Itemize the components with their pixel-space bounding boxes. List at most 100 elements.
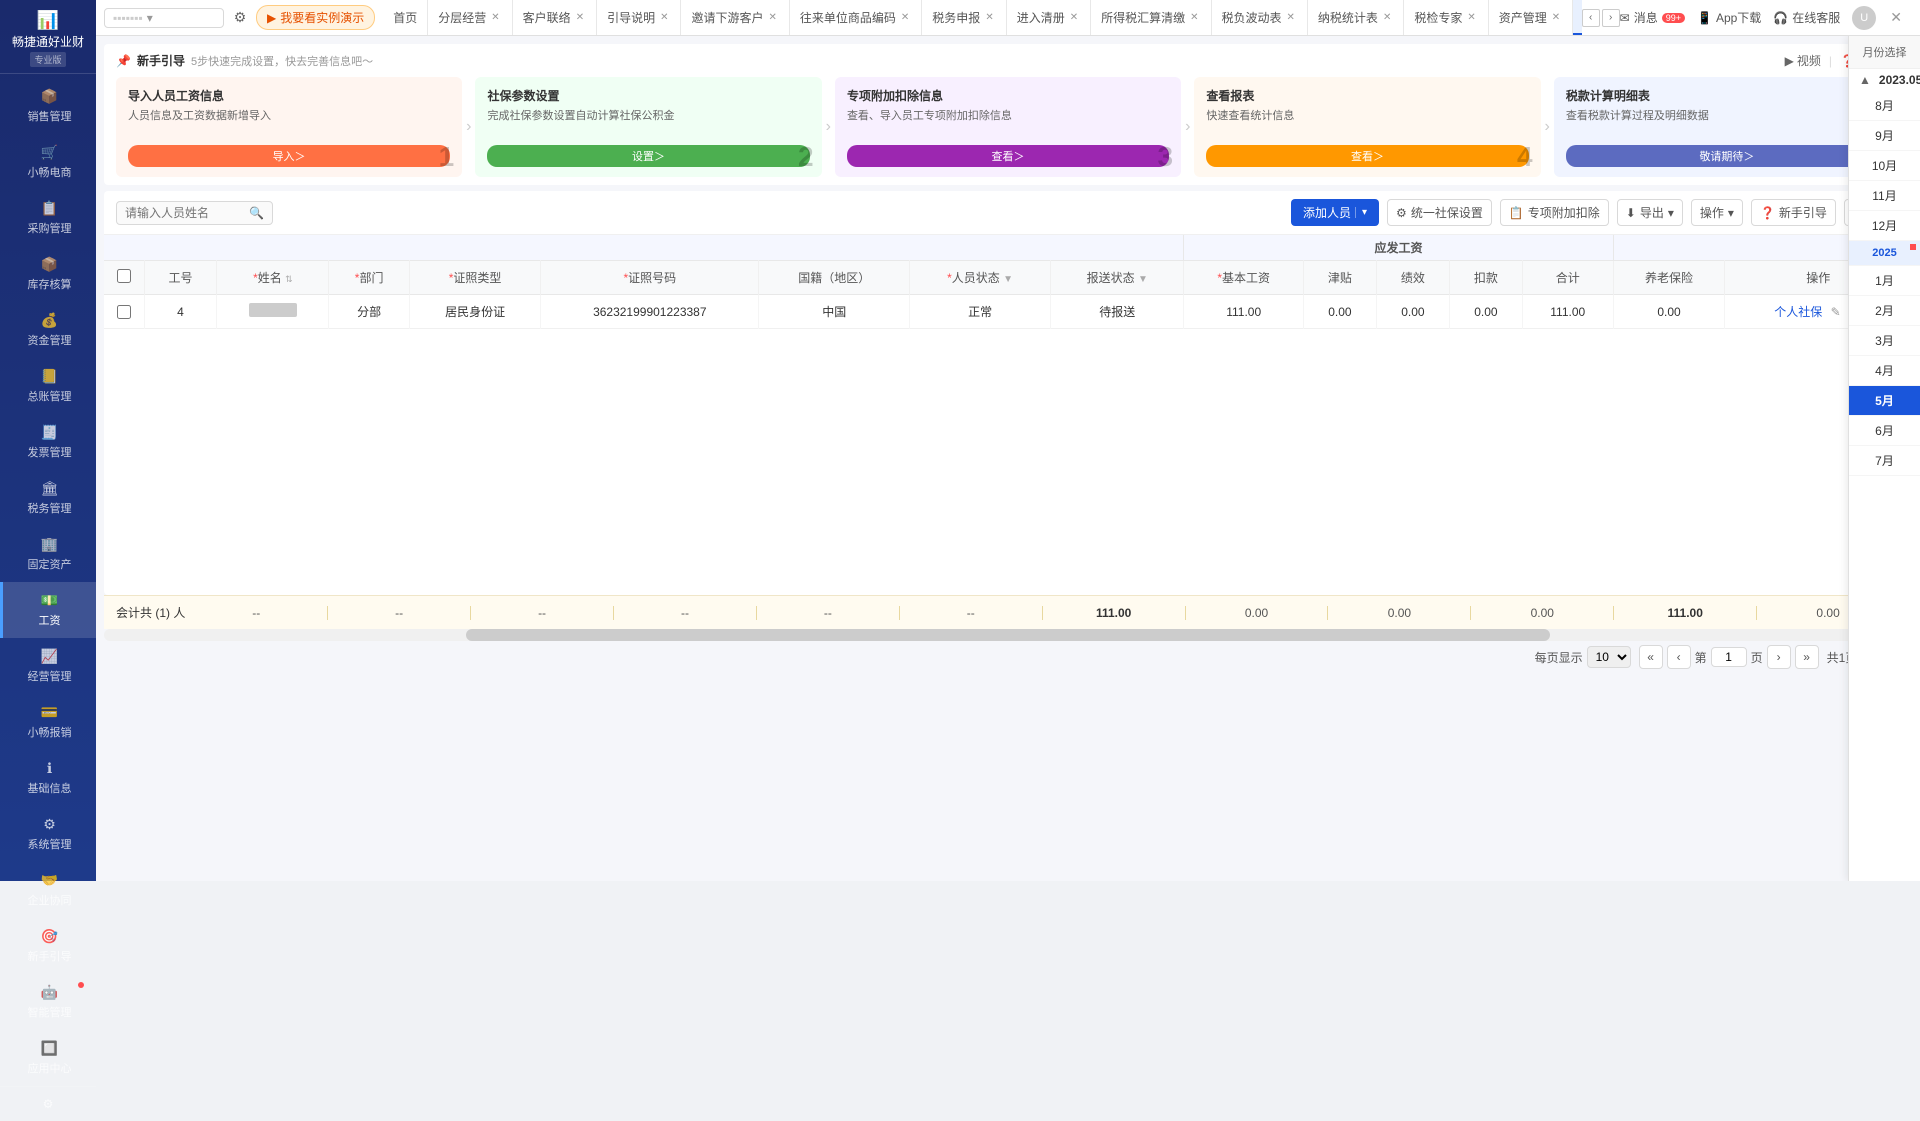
tab-close-icon[interactable]: ✕ [767,11,779,24]
sidebar-item-tax[interactable]: 🏛 税务管理 [0,470,96,526]
page-suffix: 页 [1751,649,1763,666]
edition-badge: 专业版 [30,52,65,67]
step-3-button[interactable]: 查看＞ [847,145,1169,167]
tab-income-tax[interactable]: 所得税汇算清缴 ✕ [1091,0,1211,35]
app-close-icon[interactable]: ✕ [1888,8,1904,27]
name-sort-icon[interactable]: ⇅ [285,274,293,284]
online-service-button[interactable]: 🎧 在线客服 [1773,9,1840,26]
tab-tax-expert[interactable]: 税检专家 ✕ [1404,0,1488,35]
tab-payroll[interactable]: 工资表 ✕ [1573,0,1581,35]
row-checkbox[interactable] [117,305,131,319]
month-item-4[interactable]: 4月 [1849,356,1920,386]
month-year-nav: ▲ 2023.05 ▼ [1849,69,1920,91]
sidebar-item-ai[interactable]: 🤖 智能管理 [0,974,96,1030]
app-download-button[interactable]: 📱 App下载 [1697,9,1761,26]
video-link[interactable]: ▶ 视频 [1785,52,1821,69]
tab-asset-mgmt[interactable]: 资产管理 ✕ [1489,0,1573,35]
month-item-12[interactable]: 12月 [1849,211,1920,241]
status-filter-icon[interactable]: ▼ [1003,274,1013,285]
send-filter-icon[interactable]: ▼ [1138,274,1148,285]
message-button[interactable]: ✉ 消息 99+ [1620,9,1685,26]
tab-close-icon[interactable]: ✕ [1285,11,1297,24]
tab-close-icon[interactable]: ✕ [899,11,911,24]
sidebar-item-baseinfo[interactable]: ℹ 基础信息 [0,750,96,806]
tab-close-icon[interactable]: ✕ [1465,11,1477,24]
sidebar-item-guide[interactable]: 🎯 新手引导 [0,918,96,974]
tab-tax-burden[interactable]: 税负波动表 ✕ [1212,0,1308,35]
month-item-6[interactable]: 6月 [1849,416,1920,446]
sidebar-item-expense[interactable]: 💳 小畅报销 [0,694,96,750]
month-prev-button[interactable]: ▲ [1855,71,1875,89]
tab-clearance[interactable]: 进入清册 ✕ [1007,0,1091,35]
tab-product-code[interactable]: 往来单位商品编码 ✕ [790,0,922,35]
topnav-settings-icon[interactable]: ⚙ [228,6,252,30]
page-number-input[interactable] [1711,647,1747,667]
step-1-button[interactable]: 导入＞ [128,145,450,167]
first-page-button[interactable]: « [1639,645,1663,669]
sidebar-item-ecommerce[interactable]: 🛒 小畅电商 [0,134,96,190]
sidebar-item-salary[interactable]: 💵 工资 [0,582,96,638]
month-item-8[interactable]: 8月 [1849,91,1920,121]
last-page-button[interactable]: » [1795,645,1819,669]
month-item-3[interactable]: 3月 [1849,326,1920,356]
special-deduction-button[interactable]: 📋 专项附加扣除 [1500,199,1609,226]
step-2-button[interactable]: 设置＞ [487,145,809,167]
tab-home[interactable]: 首页 [383,0,428,35]
month-item-2[interactable]: 2月 [1849,296,1920,326]
tab-close-icon[interactable]: ✕ [983,11,995,24]
month-item-7[interactable]: 7月 [1849,446,1920,476]
operations-button[interactable]: 操作 ▾ [1691,199,1743,226]
tab-close-icon[interactable]: ✕ [574,11,586,24]
edit-icon[interactable]: ✎ [1831,305,1841,319]
horizontal-scrollbar[interactable] [104,629,1912,641]
month-item-11[interactable]: 11月 [1849,181,1920,211]
tab-next-arrow[interactable]: › [1602,9,1620,27]
sidebar-item-sales[interactable]: 📦 销售管理 [0,78,96,134]
step-4-button[interactable]: 查看＞ [1206,145,1528,167]
demo-button[interactable]: ▶ 我要看实例演示 [256,5,375,30]
social-security-settings-button[interactable]: ⚙ 统一社保设置 [1387,199,1492,226]
tab-guide[interactable]: 引导说明 ✕ [597,0,681,35]
sidebar-item-system[interactable]: ⚙ 系统管理 [0,806,96,862]
tab-tax-filing[interactable]: 税务申报 ✕ [922,0,1006,35]
tab-layered-ops[interactable]: 分层经营 ✕ [428,0,512,35]
tab-invite[interactable]: 邀请下游客户 ✕ [681,0,789,35]
page-size-dropdown[interactable]: 10 20 50 [1587,646,1631,668]
personal-social-insurance-link[interactable]: 个人社保 [1774,305,1822,319]
company-selector[interactable]: ▪▪▪▪▪▪▪ ▾ [104,8,224,28]
year-2025-item[interactable]: 2025 [1849,241,1920,266]
tab-close-icon[interactable]: ✕ [489,11,501,24]
next-page-button[interactable]: › [1767,645,1791,669]
step-5-button[interactable]: 敬请期待＞ [1566,145,1888,167]
tab-close-icon[interactable]: ✕ [1381,11,1393,24]
export-button[interactable]: ⬇ 导出 ▾ [1617,199,1683,226]
month-picker-panel: 月份选择 ▲ 2023.05 ▼ 8月 9月 10月 11月 12月 2025 … [1848,36,1920,881]
employee-search-input[interactable] [125,206,245,220]
tab-close-icon[interactable]: ✕ [658,11,670,24]
tab-prev-arrow[interactable]: ‹ [1582,9,1600,27]
sidebar-item-apps[interactable]: 🔲 应用中心 [0,1030,96,1086]
sidebar-item-collab[interactable]: 🤝 企业协同 [0,862,96,918]
sidebar-item-assets[interactable]: 🏢 固定资产 [0,526,96,582]
sidebar-item-inventory[interactable]: 📦 库存核算 [0,246,96,302]
beginner-guide-button[interactable]: ❓ 新手引导 [1751,199,1836,226]
tab-tax-stats[interactable]: 纳税统计表 ✕ [1308,0,1404,35]
sidebar-item-finance[interactable]: 💰 资金管理 [0,302,96,358]
user-avatar[interactable]: U [1852,6,1876,30]
month-item-1[interactable]: 1月 [1849,266,1920,296]
month-item-10[interactable]: 10月 [1849,151,1920,181]
month-item-9[interactable]: 9月 [1849,121,1920,151]
sidebar-item-ledger[interactable]: 📒 总账管理 [0,358,96,414]
tab-close-icon[interactable]: ✕ [1550,11,1562,24]
tab-customer-contact[interactable]: 客户联络 ✕ [513,0,597,35]
sidebar-item-operations[interactable]: 📈 经营管理 [0,638,96,694]
select-all-checkbox[interactable] [117,269,131,283]
sidebar-settings[interactable]: ⚙ [0,1086,96,1121]
sidebar-item-invoice[interactable]: 🧾 发票管理 [0,414,96,470]
tab-close-icon[interactable]: ✕ [1188,11,1200,24]
sidebar-item-purchase[interactable]: 📋 采购管理 [0,190,96,246]
tab-close-icon[interactable]: ✕ [1068,11,1080,24]
month-item-5[interactable]: 5月 [1849,386,1920,416]
prev-page-button[interactable]: ‹ [1667,645,1691,669]
add-employee-button[interactable]: 添加人员 ▾ [1291,199,1379,226]
